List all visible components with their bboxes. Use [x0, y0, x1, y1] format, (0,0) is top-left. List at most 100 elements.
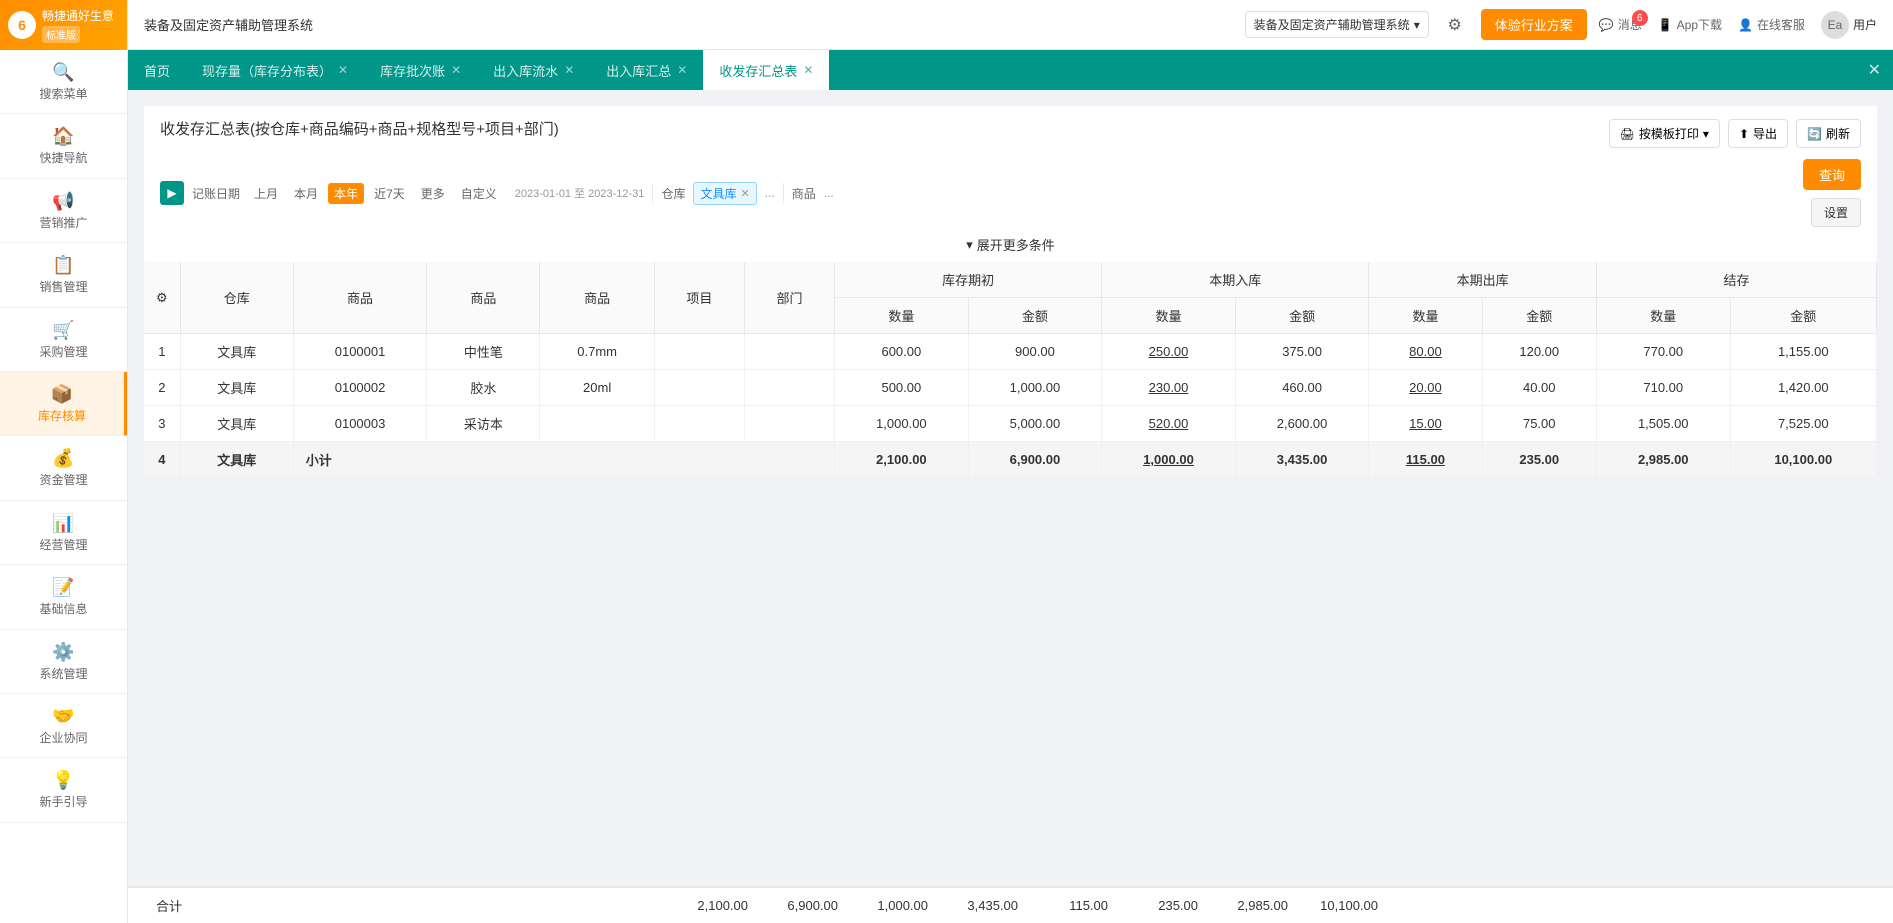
marketing-label: 营销推广 [39, 216, 87, 230]
th-out-qty: 数量 [1369, 298, 1482, 334]
export-icon: ⬆ [1739, 127, 1749, 141]
total-opening-qty: 2,100.00 [670, 898, 760, 913]
date-btn-more[interactable]: 更多 [415, 183, 451, 204]
settings-gear-icon[interactable]: ⚙ [1441, 11, 1469, 39]
goods-label: 商品 [792, 185, 816, 202]
search-label: 搜索菜单 [39, 87, 87, 101]
date-btn-this-year[interactable]: 本年 [328, 183, 364, 204]
service-label: 在线客服 [1757, 16, 1805, 33]
tab-recv-send-close[interactable]: ✕ [803, 63, 813, 77]
row-out-qty[interactable]: 15.00 [1369, 406, 1482, 442]
date-btn-7days[interactable]: 近7天 [368, 183, 411, 204]
th-closing-qty: 数量 [1596, 298, 1730, 334]
chevron-down-icon-print: ▾ [1703, 127, 1709, 141]
tab-inout-summary-close[interactable]: ✕ [677, 63, 687, 77]
sidebar-item-system[interactable]: ⚙️ 系统管理 [0, 630, 127, 694]
sidebar-item-finance[interactable]: 💰 资金管理 [0, 436, 127, 500]
sidebar-item-basic[interactable]: 📝 基础信息 [0, 565, 127, 629]
row-out-qty[interactable]: 20.00 [1369, 370, 1482, 406]
total-in-qty: 1,000.00 [850, 898, 940, 913]
row-out-qty[interactable]: 80.00 [1369, 334, 1482, 370]
tab-inout-flow[interactable]: 出入库流水 ✕ [477, 50, 590, 90]
filter-toggle[interactable]: ▶ [160, 181, 184, 205]
warehouse-tag-label: 文具库 [700, 185, 736, 202]
subtotal-out-qty[interactable]: 115.00 [1369, 442, 1482, 478]
filter-divider-2 [783, 183, 784, 203]
purchase-label: 采购管理 [39, 345, 87, 359]
goods-more[interactable]: ... [824, 186, 834, 200]
th-project: 项目 [654, 262, 744, 334]
main-area: 装备及固定资产辅助管理系统 装备及固定资产辅助管理系统 ▾ ⚙ 体验行业方案 💬… [128, 0, 1893, 923]
tab-home[interactable]: 首页 [128, 50, 186, 90]
quick-label: 快捷导航 [39, 151, 87, 165]
system-label: 系统管理 [39, 667, 87, 681]
quick-icon: 🏠 [52, 126, 74, 147]
expand-icon: ▾ [966, 237, 973, 253]
th-goods-name: 商品 [427, 262, 540, 334]
sidebar-item-purchase[interactable]: 🛒 采购管理 [0, 308, 127, 372]
row-project [654, 334, 744, 370]
tab-recv-send[interactable]: 收发存汇总表 ✕ [703, 50, 829, 90]
tab-inout-flow-close[interactable]: ✕ [564, 63, 574, 77]
tab-inout-summary[interactable]: 出入库汇总 ✕ [590, 50, 703, 90]
refresh-button[interactable]: 🔄 刷新 [1796, 119, 1861, 148]
export-button[interactable]: ⬆ 导出 [1728, 119, 1788, 148]
date-btn-prev-month[interactable]: 上月 [248, 183, 284, 204]
subtotal-closing-amt: 10,100.00 [1730, 442, 1876, 478]
data-table: ⚙ 仓库 商品 商品 商品 项目 部门 库存期初 本期入库 本期出库 结存 数量 [144, 262, 1877, 478]
message-button[interactable]: 💬 消息 6 [1599, 16, 1642, 33]
row-dept [744, 370, 834, 406]
warehouse-tag-close[interactable]: ✕ [740, 187, 749, 200]
tab-batch-close[interactable]: ✕ [451, 63, 461, 77]
row-dept [744, 406, 834, 442]
total-in-amt: 3,435.00 [940, 898, 1030, 913]
tab-inout-summary-label: 出入库汇总 [606, 61, 671, 80]
sidebar-item-search[interactable]: 🔍 搜索菜单 [0, 50, 127, 114]
filter-divider-1 [652, 183, 653, 203]
tab-stock-dist-close[interactable]: ✕ [338, 63, 348, 77]
sidebar-item-guide[interactable]: 💡 新手引导 [0, 758, 127, 822]
table-row: 1 文具库 0100001 中性笔 0.7mm 600.00 900.00 25… [144, 334, 1877, 370]
tab-batch-label: 库存批次账 [380, 61, 445, 80]
warehouse-tag: 文具库 ✕ [693, 182, 756, 205]
sidebar-item-marketing[interactable]: 📢 营销推广 [0, 179, 127, 243]
close-all-tabs[interactable]: ✕ [1856, 60, 1893, 80]
user-label: 用户 [1853, 16, 1877, 33]
row-in-qty[interactable]: 520.00 [1102, 406, 1236, 442]
query-button[interactable]: 查询 [1803, 159, 1861, 190]
sidebar-item-sales[interactable]: 📋 销售管理 [0, 243, 127, 307]
subtotal-out-amt: 235.00 [1482, 442, 1596, 478]
row-in-qty[interactable]: 250.00 [1102, 334, 1236, 370]
tabs-bar: 首页 现存量（库存分布表） ✕ 库存批次账 ✕ 出入库流水 ✕ 出入库汇总 ✕ … [128, 50, 1893, 90]
tab-stock-dist[interactable]: 现存量（库存分布表） ✕ [186, 50, 364, 90]
system-dropdown[interactable]: 装备及固定资产辅助管理系统 ▾ [1245, 11, 1429, 38]
bottom-total-bar: 合计 2,100.00 6,900.00 1,000.00 3,435.00 1… [128, 886, 1893, 923]
print-button[interactable]: 🖨 按模板打印 ▾ [1609, 119, 1720, 148]
date-shortcuts: 上月 本月 本年 近7天 更多 自定义 [248, 183, 503, 204]
setting-button[interactable]: 设置 [1811, 198, 1861, 227]
th-gear: ⚙ [144, 262, 180, 334]
tab-batch[interactable]: 库存批次账 ✕ [364, 50, 477, 90]
row-in-amt: 460.00 [1235, 370, 1369, 406]
total-values: 2,100.00 6,900.00 1,000.00 3,435.00 115.… [670, 898, 1881, 913]
trial-button[interactable]: 体验行业方案 [1481, 9, 1587, 40]
business-icon: 📊 [52, 513, 74, 534]
logo-icon: 6 [8, 11, 36, 39]
sidebar-item-quick[interactable]: 🏠 快捷导航 [0, 114, 127, 178]
expand-conditions[interactable]: ▾ 展开更多条件 [160, 235, 1861, 254]
user-profile[interactable]: Ea 用户 [1821, 11, 1877, 39]
row-opening-qty: 1,000.00 [835, 406, 969, 442]
sidebar-item-inventory[interactable]: 📦 库存核算 [0, 372, 127, 436]
app-download-button[interactable]: 📱 App下载 [1658, 16, 1722, 33]
online-service-button[interactable]: 👤 在线客服 [1738, 16, 1805, 33]
sidebar-item-enterprise[interactable]: 🤝 企业协同 [0, 694, 127, 758]
sidebar-item-business[interactable]: 📊 经营管理 [0, 501, 127, 565]
row-in-qty[interactable]: 230.00 [1102, 370, 1236, 406]
warehouse-more[interactable]: ... [765, 186, 775, 200]
printer-icon: 🖨 [1620, 127, 1635, 141]
phone-icon: 📱 [1658, 18, 1673, 32]
subtotal-in-qty[interactable]: 1,000.00 [1102, 442, 1236, 478]
date-btn-this-month[interactable]: 本月 [288, 183, 324, 204]
date-btn-custom[interactable]: 自定义 [455, 183, 503, 204]
row-opening-qty: 500.00 [835, 370, 969, 406]
